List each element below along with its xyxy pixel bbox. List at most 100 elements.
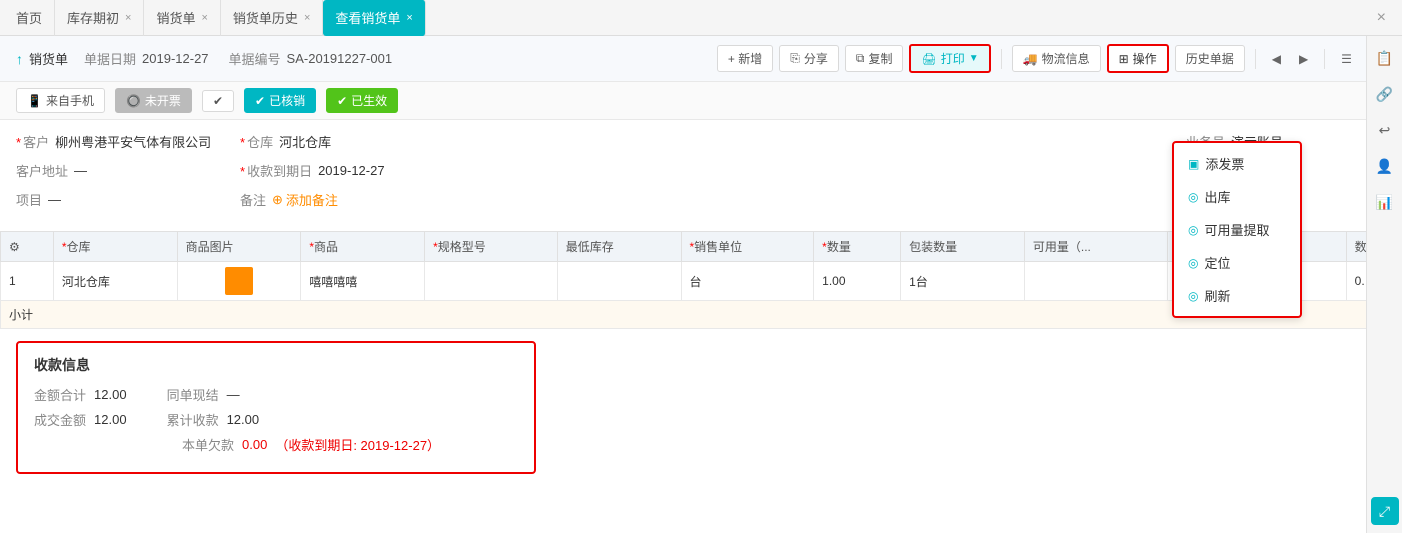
ticket-icon: 🔘 (126, 94, 141, 108)
th-settings[interactable]: ⚙ (1, 232, 54, 262)
cumulative-label: 累计收款 (167, 410, 219, 429)
sidebar-link-icon[interactable]: 🔗 (1371, 80, 1399, 108)
cell-qty: 1.00 (814, 262, 901, 301)
sub-toolbar: 📱 来自手机 🔘 未开票 ✔ ✔ 已核销 ✔ 已生效 (0, 82, 1402, 120)
th-warehouse: *仓库 (53, 232, 177, 262)
doc-header: ↑ 销货单 单据日期 2019-12-27 单据编号 SA-20191227-0… (0, 36, 1402, 82)
address-field: 客户地址 — (16, 161, 216, 180)
transaction-item: 成交金额 12.00 (34, 410, 127, 429)
doc-no-label: 单据编号 (229, 49, 281, 68)
tab-view-sales-close[interactable]: × (406, 12, 412, 24)
ship-out-icon: ◎ (1188, 190, 1198, 204)
doc-no-field: 单据编号 SA-20191227-001 (229, 49, 393, 68)
tab-inventory-init[interactable]: 库存期初 × (55, 0, 144, 36)
same-order-item: 同单现结 — (167, 385, 240, 404)
payment-info: 收款信息 金额合计 12.00 同单现结 — 成交金额 12.00 累计收款 (16, 341, 536, 474)
due-date-field: *收款到期日 2019-12-27 (240, 161, 440, 180)
cell-seq: 1 (1, 262, 54, 301)
due-date-note: （收款到期日: 2019-12-27） (275, 435, 440, 454)
sold-badge: ✔ 已核销 (244, 88, 316, 113)
copy-button[interactable]: ⧉ 复制 (845, 45, 904, 72)
warehouse-field: *仓库 河北仓库 (240, 132, 440, 151)
customer-field: *客户 柳州粤港平安气体有限公司 (16, 132, 216, 151)
tab-home[interactable]: 首页 (8, 0, 55, 36)
ship-out-item[interactable]: ◎ 出库 (1174, 180, 1300, 213)
cell-warehouse: 河北仓库 (53, 262, 177, 301)
operation-dropdown: ▣ 添发票 ◎ 出库 ◎ 可用量提取 ◎ 定位 ◎ 刷新 (1172, 141, 1302, 318)
share-icon: ⎘ (790, 51, 800, 66)
refresh-item[interactable]: ◎ 刷新 (1174, 279, 1300, 312)
tab-sales-history[interactable]: 销货单历史 × (221, 0, 323, 36)
doc-title-text: 销货单 (29, 49, 68, 68)
address-value: — (74, 163, 87, 178)
sidebar-expand-icon[interactable]: ⤢ (1371, 497, 1399, 525)
sidebar-chart-icon[interactable]: 📊 (1371, 188, 1399, 216)
logistics-button[interactable]: 🚚 物流信息 (1012, 45, 1101, 72)
settings-icon: ⚙ (9, 240, 20, 254)
print-button[interactable]: 🖨 打印 ▼ (909, 44, 990, 73)
effective-icon: ✔ (337, 94, 347, 108)
locate-item[interactable]: ◎ 定位 (1174, 246, 1300, 279)
confirm-icon: ✔ (213, 94, 223, 108)
doc-date-label: 单据日期 (84, 49, 136, 68)
next-doc-button[interactable]: ▶ (1293, 48, 1314, 70)
doc-date-field: 单据日期 2019-12-27 (84, 49, 209, 68)
not-opened-btn[interactable]: 🔘 未开票 (115, 88, 192, 113)
doc-date-value: 2019-12-27 (142, 51, 209, 66)
tab-history-close[interactable]: × (304, 12, 310, 24)
tab-view-sales[interactable]: 查看销货单 × (323, 0, 425, 36)
prev-doc-button[interactable]: ◀ (1266, 48, 1287, 70)
project-value: — (48, 192, 61, 207)
phone-icon: 📱 (27, 94, 42, 108)
doc-meta: 单据日期 2019-12-27 单据编号 SA-20191227-001 (84, 49, 701, 68)
due-date-value: 2019-12-27 (318, 163, 385, 178)
operation-button[interactable]: ⊞ 操作 (1107, 44, 1169, 73)
cell-min-stock (557, 262, 681, 301)
history-button[interactable]: 历史单据 (1175, 45, 1245, 72)
warehouse-label: 仓库 (247, 135, 273, 150)
copy-icon: ⧉ (856, 51, 865, 66)
available-qty-label: 可用量提取 (1204, 220, 1269, 239)
current-owe-item: 本单欠款 0.00 （收款到期日: 2019-12-27） (182, 435, 440, 454)
toolbar-sep1 (1001, 49, 1002, 69)
th-min-stock: 最低库存 (557, 232, 681, 262)
due-date-label: 收款到期日 (247, 164, 312, 179)
add-invoice-item[interactable]: ▣ 添发票 (1174, 147, 1300, 180)
payment-row-3: 本单欠款 0.00 （收款到期日: 2019-12-27） (34, 435, 518, 454)
tab-sales-order[interactable]: 销货单 × (144, 0, 220, 36)
tab-bar-close-btn[interactable]: × (1369, 9, 1394, 27)
cell-unit: 台 (681, 262, 814, 301)
th-unit: *销售单位 (681, 232, 814, 262)
project-label: 项目 (16, 190, 42, 209)
sidebar-doc-icon[interactable]: 📋 (1371, 44, 1399, 72)
operation-icon: ⊞ (1119, 52, 1129, 66)
view-list-btn[interactable]: ☰ (1335, 48, 1358, 70)
transaction-value: 12.00 (94, 412, 127, 427)
from-phone-btn[interactable]: 📱 来自手机 (16, 88, 105, 113)
amount-total-value: 12.00 (94, 387, 127, 402)
add-button[interactable]: + 新增 (717, 45, 773, 72)
share-button[interactable]: ⎘ 分享 (779, 45, 839, 72)
th-product-img: 商品图片 (177, 232, 301, 262)
th-product: *商品 (301, 232, 425, 262)
refresh-icon: ◎ (1188, 289, 1198, 303)
logistics-icon: 🚚 (1023, 52, 1038, 66)
warehouse-value: 河北仓库 (279, 132, 331, 151)
locate-icon: ◎ (1188, 256, 1198, 270)
tab-sales-close[interactable]: × (201, 12, 207, 24)
tab-bar: 首页 库存期初 × 销货单 × 销货单历史 × 查看销货单 × × (0, 0, 1402, 36)
confirm-btn[interactable]: ✔ (202, 90, 234, 112)
sidebar-user-icon[interactable]: 👤 (1371, 152, 1399, 180)
add-note-btn[interactable]: ⊕ 添加备注 (272, 190, 338, 209)
sidebar-back-icon[interactable]: ↩ (1371, 116, 1399, 144)
tab-inventory-close[interactable]: × (125, 12, 131, 24)
cell-product: 嘻嘻嘻嘻 (301, 262, 425, 301)
tab-home-label: 首页 (16, 8, 42, 27)
customer-value: 柳州粤港平安气体有限公司 (55, 132, 211, 151)
same-order-label: 同单现结 (167, 385, 219, 404)
doc-title: ↑ 销货单 (16, 49, 68, 68)
available-qty-item[interactable]: ◎ 可用量提取 (1174, 213, 1300, 246)
add-invoice-label: 添发票 (1205, 154, 1244, 173)
payment-row-1: 金额合计 12.00 同单现结 — (34, 385, 518, 404)
ship-out-label: 出库 (1204, 187, 1230, 206)
